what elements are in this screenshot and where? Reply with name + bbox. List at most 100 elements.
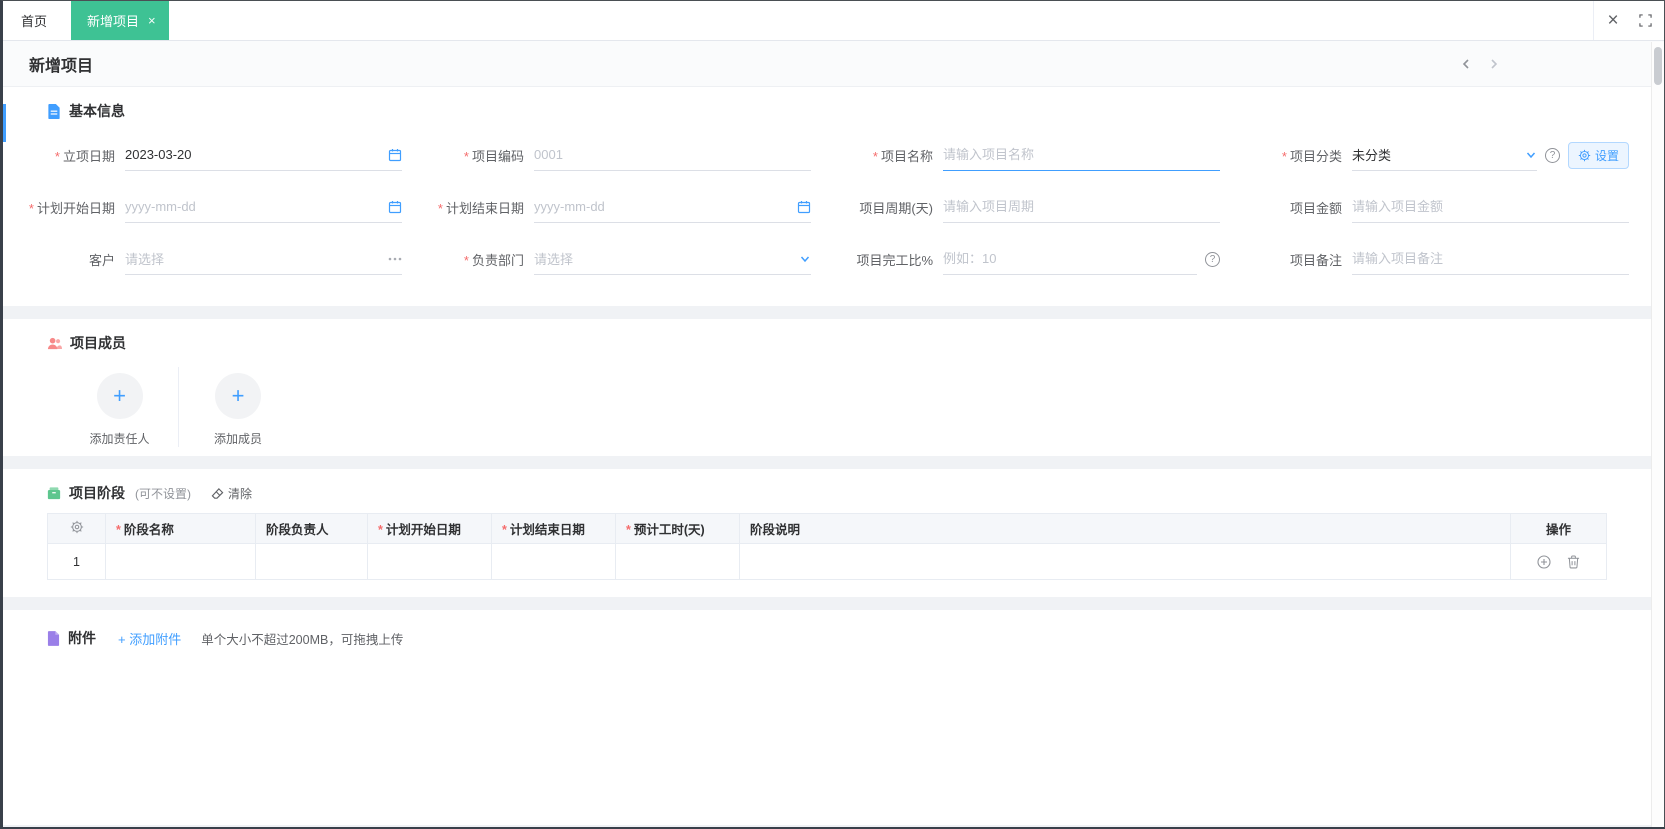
plan-start-input-wrap: [125, 191, 402, 223]
project-name-input[interactable]: [943, 147, 1220, 162]
clear-label: 清除: [228, 486, 253, 501]
page-header: 新增项目: [3, 41, 1664, 87]
stage-ops-cell: [1510, 543, 1607, 580]
tab-close-icon[interactable]: ×: [148, 14, 156, 27]
stage-owner-header-label: 阶段负责人: [266, 523, 329, 537]
window-fullscreen-icon[interactable]: [1634, 1, 1656, 41]
members-title: 项目成员: [70, 335, 126, 351]
chevron-down-icon[interactable]: [1525, 149, 1537, 161]
remark-input-wrap: [1352, 243, 1629, 275]
completion-label: 项目完工比%: [856, 252, 933, 268]
stages-title: 项目阶段: [69, 485, 125, 501]
people-icon: [47, 336, 62, 351]
department-label: 负责部门: [428, 250, 534, 269]
stage-owner-cell: [255, 543, 368, 580]
amount-input[interactable]: [1352, 199, 1629, 214]
page-title: 新增项目: [29, 57, 94, 75]
stages-header: 项目阶段 (可不设置) 清除: [3, 469, 1651, 503]
plan-end-input[interactable]: [534, 199, 791, 214]
members-body: + 添加责任人 + 添加成员: [3, 353, 1651, 469]
page-nav-arrows: [1460, 58, 1500, 70]
prev-page-icon[interactable]: [1460, 58, 1472, 70]
stage-start-header-label: 计划开始日期: [378, 523, 461, 537]
tab-bar: 首页 新增项目 × ×: [3, 1, 1664, 41]
stage-name-input[interactable]: [112, 548, 249, 575]
box-icon: [47, 486, 61, 500]
stage-owner-input[interactable]: [262, 548, 361, 575]
attachment-hint: 单个大小不超过200MB，可拖拽上传: [201, 632, 404, 647]
attachments-header: 附件 + 添加附件 单个大小不超过200MB，可拖拽上传: [3, 610, 1651, 648]
calendar-icon[interactable]: [388, 200, 402, 214]
stage-end-input[interactable]: [498, 548, 609, 575]
add-attachment-button[interactable]: + 添加附件: [118, 629, 181, 648]
calendar-icon[interactable]: [388, 148, 402, 162]
project-date-label: 立项日期: [19, 146, 125, 165]
scrollbar-thumb[interactable]: [1654, 47, 1662, 85]
field-plan-start: 计划开始日期: [19, 191, 402, 223]
field-remark: 项目备注: [1246, 243, 1629, 275]
department-select[interactable]: 请选择: [534, 243, 811, 275]
completion-input[interactable]: [943, 251, 1197, 266]
chevron-down-icon[interactable]: [799, 253, 811, 265]
gear-icon[interactable]: [70, 520, 84, 534]
gear-icon: [1578, 149, 1591, 162]
column-settings-header: [47, 513, 106, 544]
completion-help-icon[interactable]: ?: [1205, 251, 1220, 267]
period-label: 项目周期(天): [859, 200, 933, 216]
amount-label: 项目金额: [1289, 200, 1342, 216]
stage-start-input[interactable]: [374, 548, 485, 575]
add-row-icon[interactable]: [1537, 555, 1551, 569]
remark-input[interactable]: [1352, 251, 1629, 266]
field-project-date: 立项日期: [19, 139, 402, 171]
window-close-icon[interactable]: ×: [1602, 1, 1624, 41]
tab-home[interactable]: 首页: [3, 1, 65, 40]
field-period: 项目周期(天): [837, 191, 1220, 223]
category-settings-label: 设置: [1594, 148, 1619, 163]
stage-desc-header: 阶段说明: [739, 513, 1511, 544]
period-input[interactable]: [943, 199, 1220, 214]
stage-hours-input[interactable]: [622, 548, 733, 575]
stage-name-header: 阶段名称: [105, 513, 256, 544]
next-page-icon[interactable]: [1488, 58, 1500, 70]
customer-select[interactable]: 请选择: [125, 243, 402, 275]
project-code-input[interactable]: [534, 147, 811, 162]
department-placeholder: 请选择: [534, 252, 574, 267]
stage-start-header: 计划开始日期: [367, 513, 492, 544]
field-amount: 项目金额: [1246, 191, 1629, 223]
project-name-input-wrap: [943, 139, 1220, 171]
plan-start-input[interactable]: [125, 199, 382, 214]
project-category-value: 未分类: [1352, 148, 1392, 163]
delete-row-icon[interactable]: [1567, 555, 1580, 569]
calendar-icon[interactable]: [797, 200, 811, 214]
field-plan-end: 计划结束日期: [428, 191, 811, 223]
app-window: 首页 新增项目 × × 新增项目 基本信息 * 立项日期 2023-03-20 …: [0, 0, 1665, 829]
field-project-name: 项目名称: [837, 139, 1220, 171]
completion-input-wrap: [943, 243, 1197, 275]
basic-info-fields: 立项日期 项目编码 项目名称: [3, 121, 1651, 303]
sidebar-active-indicator: [3, 104, 6, 142]
add-owner-button[interactable]: +: [96, 373, 143, 419]
members-header: 项目成员: [3, 319, 1651, 353]
stage-desc-header-label: 阶段说明: [750, 523, 801, 537]
project-name-label: 项目名称: [837, 146, 943, 165]
category-settings-button[interactable]: 设置: [1567, 141, 1629, 169]
stage-ops-header: 操作: [1510, 513, 1607, 544]
stage-owner-header: 阶段负责人: [255, 513, 368, 544]
tab-new-project[interactable]: 新增项目 ×: [71, 1, 169, 40]
window-controls: ×: [1593, 1, 1664, 40]
stage-table-header-row: 阶段名称 阶段负责人 计划开始日期 计划结束日期 预计工时(天) 阶段说明 操作: [47, 513, 1607, 544]
clear-stages-button[interactable]: 清除: [211, 485, 252, 502]
stage-desc-input[interactable]: [746, 548, 1504, 575]
scrollbar[interactable]: [1651, 42, 1664, 827]
category-help-icon[interactable]: ?: [1544, 147, 1560, 163]
add-member-button[interactable]: +: [215, 373, 261, 419]
customer-placeholder: 请选择: [125, 252, 165, 267]
project-category-select[interactable]: 未分类: [1352, 139, 1537, 171]
tab-new-project-label: 新增项目: [87, 14, 140, 29]
ellipsis-icon[interactable]: [388, 257, 402, 261]
stage-start-cell: [367, 543, 492, 580]
amount-input-wrap: [1352, 191, 1629, 223]
add-owner-block: + 添加责任人: [61, 367, 179, 447]
add-member-label: 添加成员: [213, 432, 262, 446]
project-date-input[interactable]: [125, 147, 382, 162]
